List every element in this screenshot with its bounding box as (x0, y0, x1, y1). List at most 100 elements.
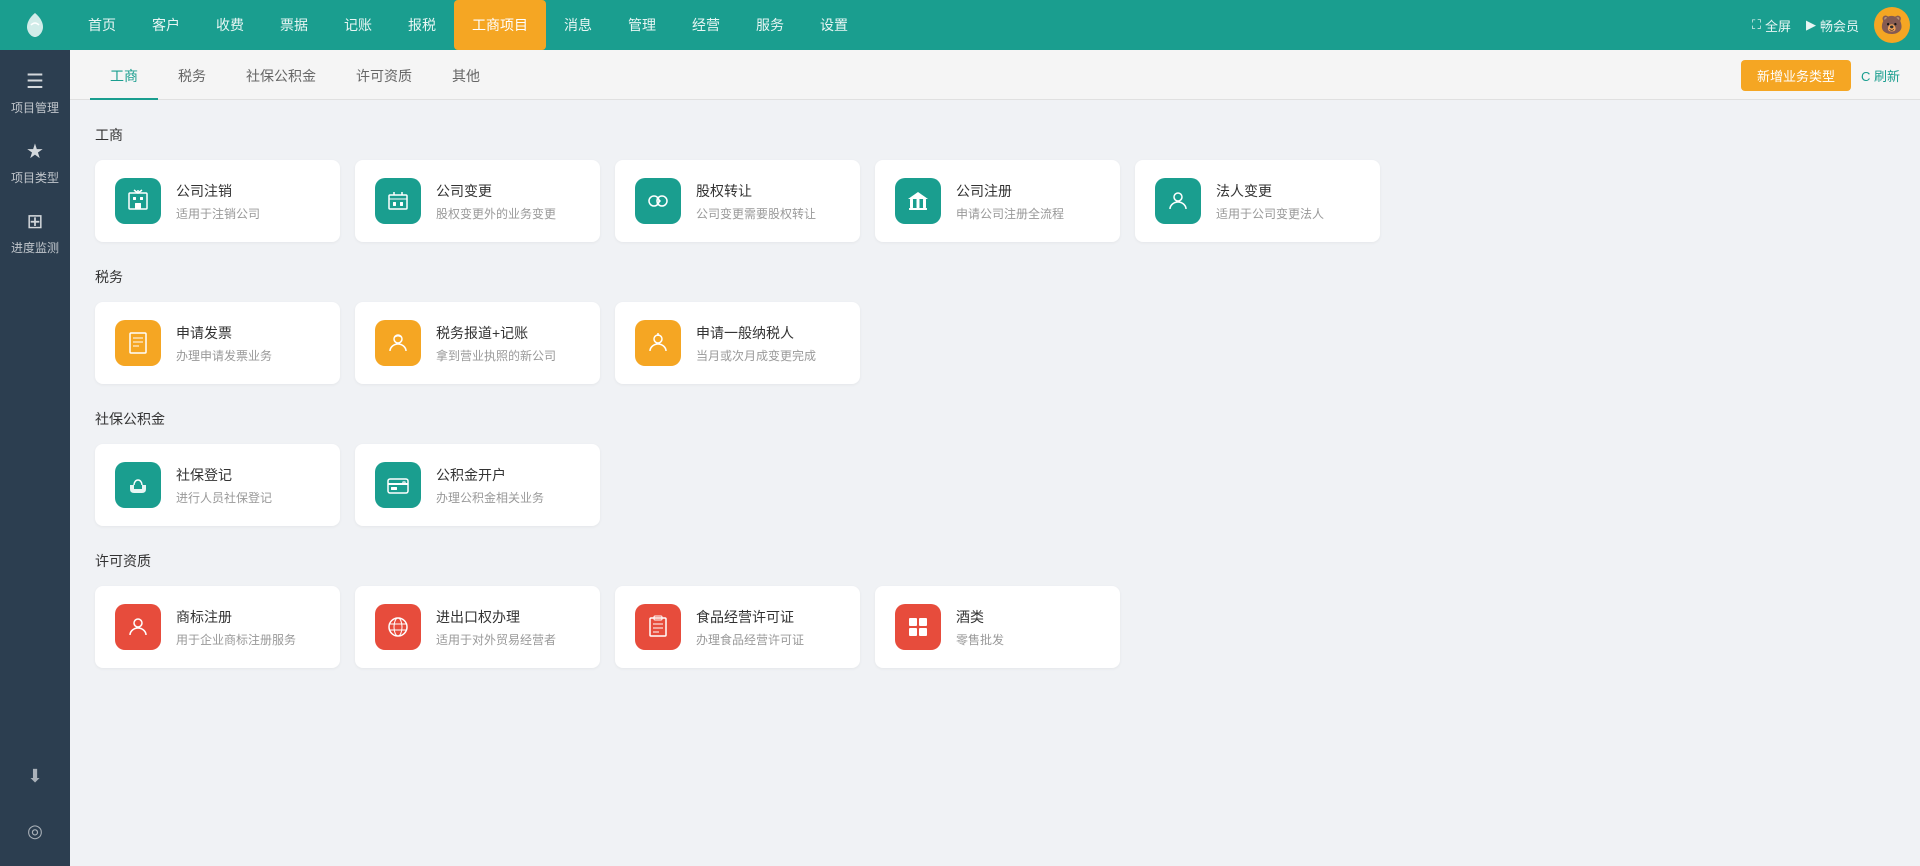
card-desc-2-0: 进行人员社保登记 (176, 489, 272, 506)
add-type-button[interactable]: 新增业务类型 (1741, 60, 1851, 91)
sections-container: 工商公司注销适用于注销公司公司变更股权变更外的业务变更 股权转让公司变更需要股权转… (95, 125, 1895, 668)
card-desc-2-1: 办理公积金相关业务 (436, 489, 544, 506)
sidebar-item-progress-monitor[interactable]: ⊞ 进度监测 (0, 200, 70, 265)
service-card-1-2[interactable]: 申请一般纳税人当月或次月成变更完成 (615, 302, 860, 384)
card-icon-0-4 (1155, 178, 1201, 224)
card-text-0-2: 股权转让公司变更需要股权转让 (696, 181, 816, 222)
nav-item-报税[interactable]: 报税 (390, 0, 454, 50)
tabs-bar: 工商 税务 社保公积金 许可资质 其他 新增业务类型 C 刷新 (70, 50, 1920, 100)
card-desc-1-2: 当月或次月成变更完成 (696, 347, 816, 364)
logo (10, 0, 60, 50)
service-card-0-4[interactable]: 法人变更适用于公司变更法人 (1135, 160, 1380, 242)
service-card-1-1[interactable]: 税务报道+记账拿到营业执照的新公司 (355, 302, 600, 384)
card-name-0-3: 公司注册 (956, 181, 1064, 201)
card-name-2-0: 社保登记 (176, 465, 272, 485)
nav-item-票据[interactable]: 票据 (262, 0, 326, 50)
card-text-0-4: 法人变更适用于公司变更法人 (1216, 181, 1324, 222)
service-card-3-1[interactable]: 进出口权办理适用于对外贸易经营者 (355, 586, 600, 668)
tab-shuiwu[interactable]: 税务 (158, 54, 226, 100)
sidebar-label-project-management: 项目管理 (11, 99, 59, 116)
service-card-0-2[interactable]: 股权转让公司变更需要股权转让 (615, 160, 860, 242)
fullscreen-label: 全屏 (1765, 16, 1791, 35)
card-name-3-2: 食品经营许可证 (696, 607, 804, 627)
nav-item-消息[interactable]: 消息 (546, 0, 610, 50)
cards-grid-3: 商标注册用于企业商标注册服务 进出口权办理适用于对外贸易经营者 食品经营许可证办理食… (95, 586, 1895, 668)
tab-shebao[interactable]: 社保公积金 (226, 54, 336, 100)
card-name-0-0: 公司注销 (176, 181, 260, 201)
card-icon-0-0 (115, 178, 161, 224)
list-icon: ☰ (26, 69, 44, 94)
tab-xuke[interactable]: 许可资质 (336, 54, 432, 100)
sidebar-bottom: ⬇ ◎ (0, 751, 70, 856)
service-card-3-0[interactable]: 商标注册用于企业商标注册服务 (95, 586, 340, 668)
service-card-3-3[interactable]: 酒类零售批发 (875, 586, 1120, 668)
nav-item-记账[interactable]: 记账 (326, 0, 390, 50)
section-2: 社保公积金社保登记进行人员社保登记 公积金开户办理公积金相关业务 (95, 409, 1895, 526)
service-card-0-3[interactable]: 公司注册申请公司注册全流程 (875, 160, 1120, 242)
star-icon: ★ (26, 139, 44, 164)
section-1: 税务申请发票办理申请发票业务税务报道+记账拿到营业执照的新公司申请一般纳税人当月… (95, 267, 1895, 384)
vip-btn[interactable]: ▶ 畅会员 (1806, 16, 1859, 35)
nav-item-工商项目[interactable]: 工商项目 (454, 0, 546, 50)
card-name-1-1: 税务报道+记账 (436, 323, 556, 343)
card-icon-1-0 (115, 320, 161, 366)
service-card-0-1[interactable]: 公司变更股权变更外的业务变更 (355, 160, 600, 242)
card-icon-3-0 (115, 604, 161, 650)
card-text-3-2: 食品经营许可证办理食品经营许可证 (696, 607, 804, 648)
card-icon-3-1 (375, 604, 421, 650)
nav-items: 首页客户收费票据记账报税工商项目消息管理经营服务设置 (70, 0, 1752, 50)
main-layout: ☰ 项目管理 ★ 项目类型 ⊞ 进度监测 ⬇ ◎ 工商 税务 社保公积金 许可资… (0, 50, 1920, 866)
grid-icon: ⊞ (27, 209, 44, 234)
content-area: 工商 税务 社保公积金 许可资质 其他 新增业务类型 C 刷新 工商公司注销适用… (70, 50, 1920, 866)
card-text-3-3: 酒类零售批发 (956, 607, 1004, 648)
card-icon-2-0 (115, 462, 161, 508)
card-text-3-0: 商标注册用于企业商标注册服务 (176, 607, 296, 648)
vip-label: 畅会员 (1820, 16, 1859, 35)
avatar[interactable]: 🐻 (1874, 7, 1910, 43)
nav-item-客户[interactable]: 客户 (134, 0, 198, 50)
nav-item-管理[interactable]: 管理 (610, 0, 674, 50)
cards-grid-0: 公司注销适用于注销公司公司变更股权变更外的业务变更 股权转让公司变更需要股权转让 公… (95, 160, 1895, 242)
card-text-1-2: 申请一般纳税人当月或次月成变更完成 (696, 323, 816, 364)
content-scroll[interactable]: 工商公司注销适用于注销公司公司变更股权变更外的业务变更 股权转让公司变更需要股权转… (70, 100, 1920, 866)
nav-item-收费[interactable]: 收费 (198, 0, 262, 50)
sidebar-download-btn[interactable]: ⬇ (0, 751, 70, 801)
service-card-0-0[interactable]: 公司注销适用于注销公司 (95, 160, 340, 242)
nav-item-设置[interactable]: 设置 (802, 0, 866, 50)
left-sidebar: ☰ 项目管理 ★ 项目类型 ⊞ 进度监测 ⬇ ◎ (0, 50, 70, 866)
sidebar-settings-btn[interactable]: ◎ (0, 806, 70, 856)
section-title-2: 社保公积金 (95, 409, 1895, 429)
card-name-3-0: 商标注册 (176, 607, 296, 627)
nav-item-服务[interactable]: 服务 (738, 0, 802, 50)
section-0: 工商公司注销适用于注销公司公司变更股权变更外的业务变更 股权转让公司变更需要股权转… (95, 125, 1895, 242)
card-text-1-1: 税务报道+记账拿到营业执照的新公司 (436, 323, 556, 364)
card-desc-3-3: 零售批发 (956, 631, 1004, 648)
top-nav: 首页客户收费票据记账报税工商项目消息管理经营服务设置 ⛶ 全屏 ▶ 畅会员 🐻 (0, 0, 1920, 50)
card-name-0-1: 公司变更 (436, 181, 556, 201)
nav-item-经营[interactable]: 经营 (674, 0, 738, 50)
card-icon-0-3 (895, 178, 941, 224)
vip-icon: ▶ (1806, 17, 1816, 33)
tab-gongshang[interactable]: 工商 (90, 54, 158, 100)
sidebar-label-progress-monitor: 进度监测 (11, 239, 59, 256)
card-name-3-3: 酒类 (956, 607, 1004, 627)
sidebar-item-project-type[interactable]: ★ 项目类型 (0, 130, 70, 195)
card-desc-1-1: 拿到营业执照的新公司 (436, 347, 556, 364)
section-title-0: 工商 (95, 125, 1895, 145)
nav-item-首页[interactable]: 首页 (70, 0, 134, 50)
service-card-2-0[interactable]: 社保登记进行人员社保登记 (95, 444, 340, 526)
card-desc-3-0: 用于企业商标注册服务 (176, 631, 296, 648)
service-card-2-1[interactable]: 公积金开户办理公积金相关业务 (355, 444, 600, 526)
service-card-3-2[interactable]: 食品经营许可证办理食品经营许可证 (615, 586, 860, 668)
card-text-2-0: 社保登记进行人员社保登记 (176, 465, 272, 506)
tab-qita[interactable]: 其他 (432, 54, 500, 100)
card-desc-0-4: 适用于公司变更法人 (1216, 205, 1324, 222)
card-icon-1-1 (375, 320, 421, 366)
card-desc-0-3: 申请公司注册全流程 (956, 205, 1064, 222)
sidebar-item-project-management[interactable]: ☰ 项目管理 (0, 60, 70, 125)
service-card-1-0[interactable]: 申请发票办理申请发票业务 (95, 302, 340, 384)
card-name-1-2: 申请一般纳税人 (696, 323, 816, 343)
card-text-2-1: 公积金开户办理公积金相关业务 (436, 465, 544, 506)
fullscreen-btn[interactable]: ⛶ 全屏 (1752, 16, 1791, 35)
refresh-button[interactable]: C 刷新 (1861, 66, 1900, 85)
